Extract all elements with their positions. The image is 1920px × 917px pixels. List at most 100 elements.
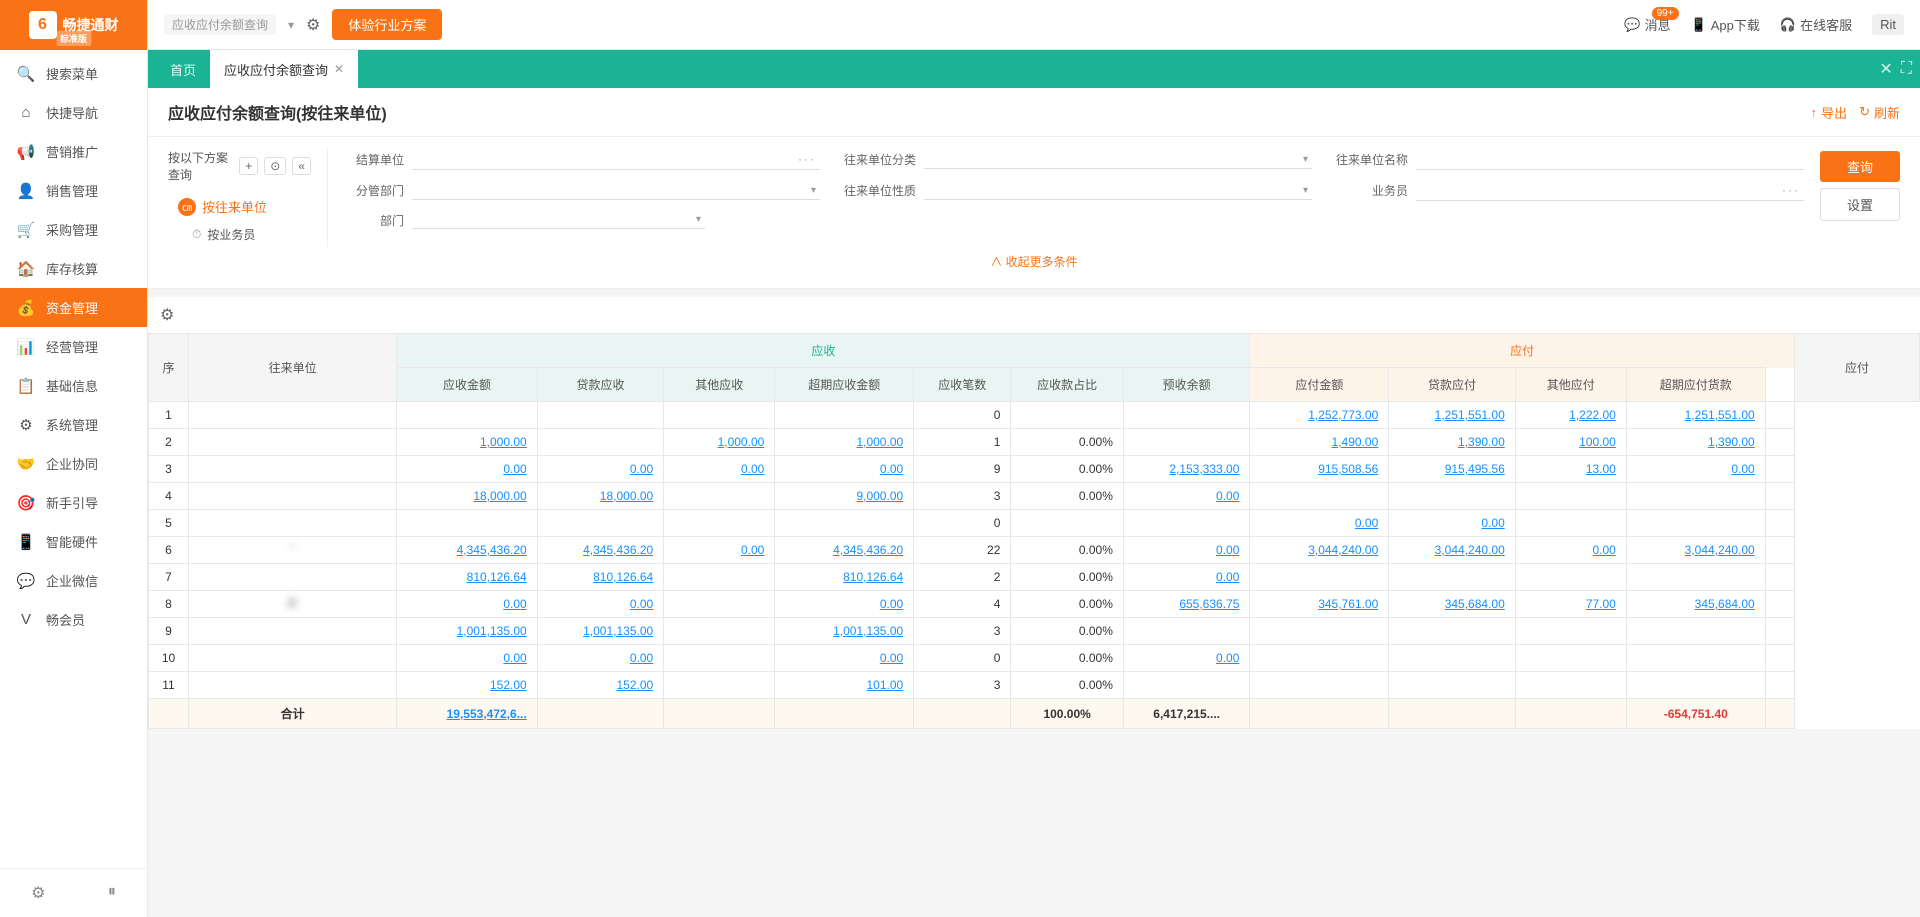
- table-cell[interactable]: 100.00: [1515, 429, 1626, 456]
- table-cell[interactable]: 810,126.64: [775, 564, 914, 591]
- table-cell[interactable]: 0.00: [537, 645, 663, 672]
- tab-ar-ap[interactable]: 应收应付余额查询 ✕: [210, 50, 358, 88]
- sidebar-item-smart-hw[interactable]: 📱 智能硬件: [0, 522, 147, 561]
- table-cell[interactable]: 9,000.00: [775, 483, 914, 510]
- breadcrumb-chevron-icon[interactable]: ▾: [288, 18, 294, 32]
- filter-add-icon[interactable]: +: [239, 157, 258, 175]
- table-cell[interactable]: 345,684.00: [1389, 591, 1515, 618]
- table-cell[interactable]: 810,126.64: [397, 564, 537, 591]
- sidebar-item-wechat[interactable]: 💬 企业微信: [0, 561, 147, 600]
- table-cell[interactable]: 1,390.00: [1389, 429, 1515, 456]
- table-cell[interactable]: 0.00: [1123, 645, 1249, 672]
- filter-by-partner[interactable]: ㎝ 按往来单位: [168, 191, 311, 222]
- partner-nature-select[interactable]: ▾: [924, 182, 1312, 200]
- sidebar-item-sales[interactable]: 👤 销售管理: [0, 171, 147, 210]
- dept-manage-select[interactable]: ▾: [412, 182, 820, 200]
- table-cell[interactable]: 0.00: [1626, 456, 1765, 483]
- dept-select[interactable]: ▾: [412, 211, 705, 229]
- table-gear-icon[interactable]: ⚙: [160, 305, 174, 325]
- table-cell[interactable]: 4,345,436.20: [397, 537, 537, 564]
- table-cell[interactable]: 152.00: [537, 672, 663, 699]
- partner-name-input[interactable]: [1420, 152, 1800, 166]
- table-cell[interactable]: 0.00: [664, 537, 775, 564]
- table-cell[interactable]: 1,490.00: [1250, 429, 1389, 456]
- partner-category-select[interactable]: ▾: [924, 151, 1312, 169]
- table-cell[interactable]: 0.00: [397, 456, 537, 483]
- table-cell[interactable]: 3,044,240.00: [1250, 537, 1389, 564]
- table-cell[interactable]: 0.00: [664, 456, 775, 483]
- table-cell[interactable]: 0.00: [537, 591, 663, 618]
- table-cell[interactable]: 0.00: [397, 591, 537, 618]
- table-cell[interactable]: 3,044,240.00: [1626, 537, 1765, 564]
- sidebar-item-finance[interactable]: 💰 资金管理: [0, 288, 147, 327]
- table-cell[interactable]: 1,251,551.00: [1389, 402, 1515, 429]
- sidebar-item-quick-nav[interactable]: ⌂ 快捷导航: [0, 93, 147, 132]
- table-cell[interactable]: 0.00: [775, 645, 914, 672]
- table-cell[interactable]: 0.00: [1389, 510, 1515, 537]
- sidebar-item-member[interactable]: V 畅会员: [0, 600, 147, 639]
- settlement-unit-dots[interactable]: ···: [798, 152, 816, 166]
- sidebar-collapse-btn[interactable]: ⏸: [98, 877, 126, 909]
- table-cell[interactable]: 152.00: [397, 672, 537, 699]
- filter-settings-icon[interactable]: ⊙: [264, 157, 286, 175]
- table-cell[interactable]: 1,001,135.00: [775, 618, 914, 645]
- user-menu[interactable]: Rit: [1872, 14, 1904, 35]
- online-service-button[interactable]: 🎧 在线客服: [1780, 15, 1852, 34]
- table-cell[interactable]: 1,390.00: [1626, 429, 1765, 456]
- table-cell[interactable]: 1,000.00: [775, 429, 914, 456]
- table-cell[interactable]: 101.00: [775, 672, 914, 699]
- set-button[interactable]: 设置: [1820, 188, 1900, 221]
- table-cell[interactable]: 1,000.00: [664, 429, 775, 456]
- table-cell[interactable]: 77.00: [1515, 591, 1626, 618]
- table-cell[interactable]: 1,001,135.00: [397, 618, 537, 645]
- table-cell[interactable]: 4,345,436.20: [537, 537, 663, 564]
- table-cell[interactable]: 0.00: [1123, 483, 1249, 510]
- table-cell[interactable]: 1,251,551.00: [1626, 402, 1765, 429]
- sidebar-item-basic-info[interactable]: 📋 基础信息: [0, 366, 147, 405]
- notice-button[interactable]: 💬 消息 99+: [1624, 15, 1670, 34]
- tab-close-icon[interactable]: ✕: [334, 62, 344, 76]
- table-cell[interactable]: 345,761.00: [1250, 591, 1389, 618]
- app-download-button[interactable]: 📱 App下载: [1691, 15, 1760, 34]
- sidebar-item-enterprise[interactable]: 🤝 企业协同: [0, 444, 147, 483]
- sidebar-item-system[interactable]: ⚙ 系统管理: [0, 405, 147, 444]
- tab-close-window-icon[interactable]: ✕: [1879, 59, 1892, 79]
- table-cell[interactable]: 915,495.56: [1389, 456, 1515, 483]
- sidebar-item-purchase[interactable]: 🛒 采购管理: [0, 210, 147, 249]
- table-cell[interactable]: 0.00: [537, 456, 663, 483]
- collapse-more-button[interactable]: ∧ 收起更多条件: [168, 247, 1900, 276]
- sidebar-item-beginner[interactable]: 🎯 新手引导: [0, 483, 147, 522]
- export-button[interactable]: ↑ 导出: [1811, 103, 1848, 122]
- table-cell[interactable]: 1,001,135.00: [537, 618, 663, 645]
- tab-maximize-icon[interactable]: ⛶: [1901, 60, 1912, 78]
- table-cell[interactable]: 18,000.00: [537, 483, 663, 510]
- table-cell[interactable]: 345,684.00: [1626, 591, 1765, 618]
- table-cell[interactable]: 3,044,240.00: [1389, 537, 1515, 564]
- promo-button[interactable]: 体验行业方案: [332, 9, 442, 40]
- filter-collapse-icon[interactable]: «: [292, 157, 311, 175]
- sidebar-item-marketing[interactable]: 📢 营销推广: [0, 132, 147, 171]
- table-cell[interactable]: 0.00: [775, 456, 914, 483]
- filter-by-salesman[interactable]: ⏱ 按业务员: [168, 222, 311, 247]
- salesman-dots[interactable]: ···: [1782, 183, 1800, 197]
- table-cell[interactable]: 0.00: [1250, 510, 1389, 537]
- refresh-button[interactable]: ↻ 刷新: [1859, 103, 1900, 122]
- table-cell[interactable]: 1,000.00: [397, 429, 537, 456]
- header-gear-icon[interactable]: ⚙: [306, 15, 320, 35]
- sidebar-settings-btn[interactable]: ⚙: [21, 877, 55, 909]
- table-cell[interactable]: 13.00: [1515, 456, 1626, 483]
- query-button[interactable]: 查询: [1820, 151, 1900, 182]
- table-cell[interactable]: 0.00: [775, 591, 914, 618]
- table-cell[interactable]: 1,222.00: [1515, 402, 1626, 429]
- tab-home[interactable]: 首页: [156, 60, 210, 79]
- table-cell[interactable]: 0.00: [1123, 537, 1249, 564]
- table-cell[interactable]: 0.00: [1515, 537, 1626, 564]
- table-cell[interactable]: 0.00: [1123, 564, 1249, 591]
- table-cell[interactable]: 2,153,333.00: [1123, 456, 1249, 483]
- sidebar-item-inventory[interactable]: 🏠 库存核算: [0, 249, 147, 288]
- table-cell[interactable]: 915,508.56: [1250, 456, 1389, 483]
- table-cell[interactable]: 4,345,436.20: [775, 537, 914, 564]
- table-cell[interactable]: 810,126.64: [537, 564, 663, 591]
- table-cell[interactable]: 18,000.00: [397, 483, 537, 510]
- sidebar-item-operation[interactable]: 📊 经营管理: [0, 327, 147, 366]
